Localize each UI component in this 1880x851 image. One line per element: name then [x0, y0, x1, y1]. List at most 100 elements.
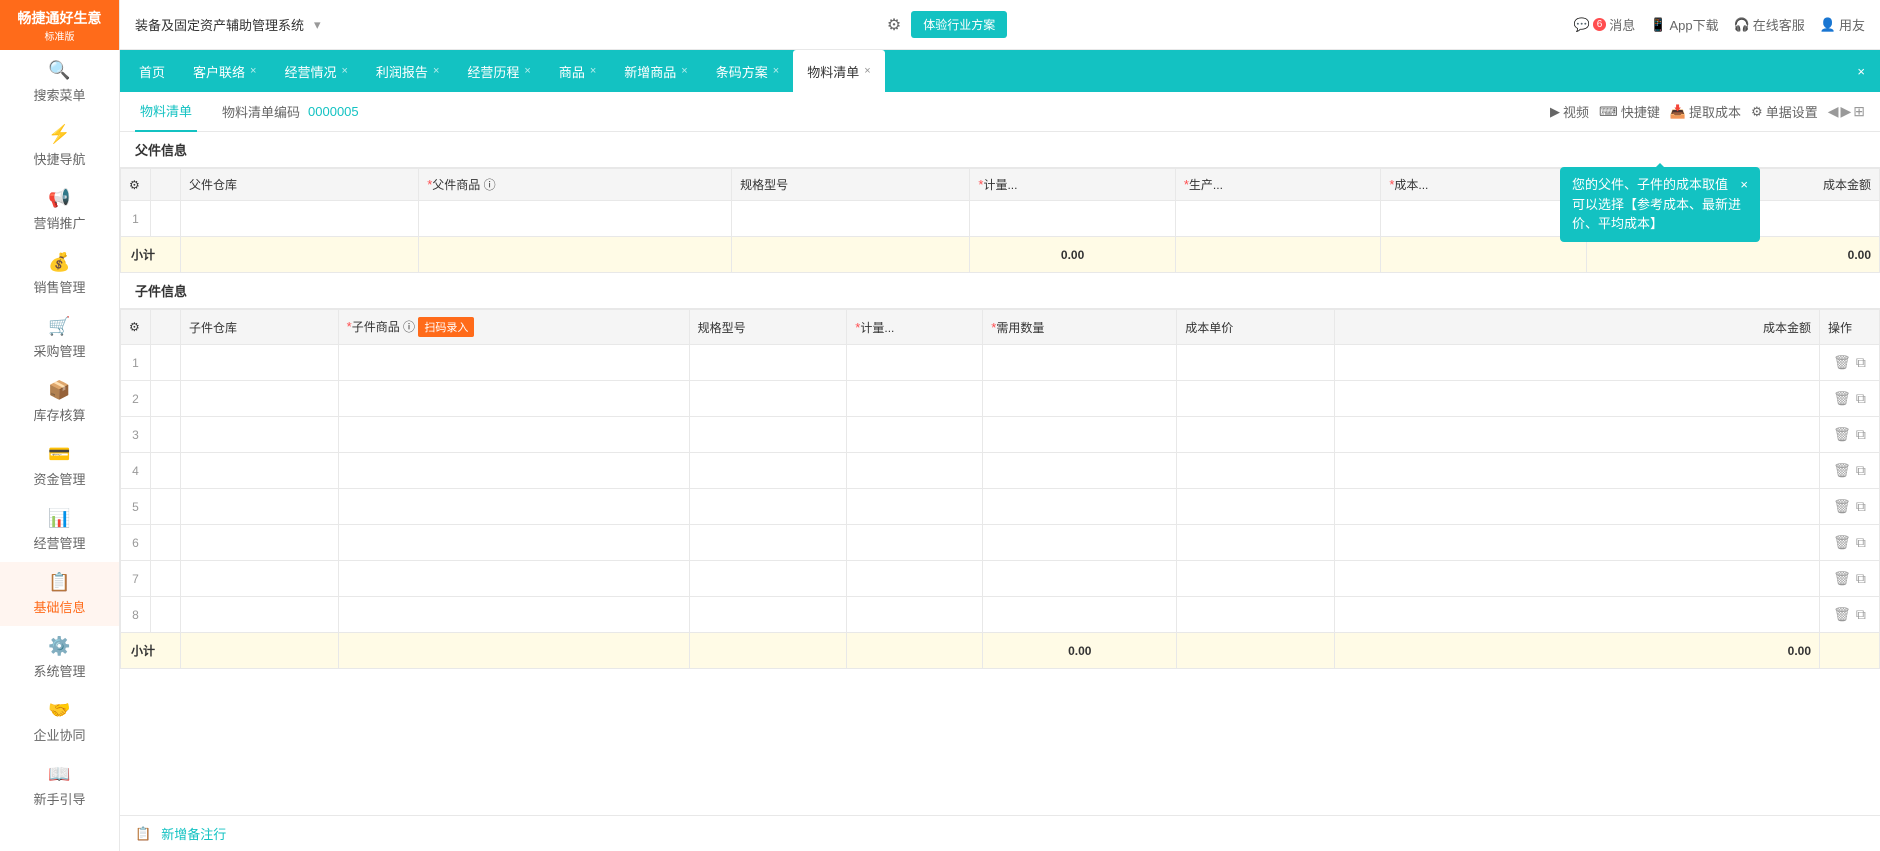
delete-icon-8[interactable]: 🗑 [1833, 606, 1851, 623]
tab-profit-close[interactable]: × [433, 65, 439, 77]
sidebar-item-operations[interactable]: 📊 经营管理 [0, 498, 119, 562]
add-note-label[interactable]: 新增备注行 [161, 824, 226, 843]
copy-icon-2[interactable]: ⧉ [1856, 390, 1866, 407]
tab-history-close[interactable]: × [524, 65, 530, 77]
parent-row-cost[interactable] [1381, 201, 1586, 237]
parent-row-warehouse[interactable] [181, 201, 419, 237]
tab-home[interactable]: 首页 [125, 50, 179, 92]
child-row-goods-3[interactable] [338, 417, 689, 453]
child-row-quantity-8[interactable] [983, 597, 1177, 633]
child-row-spec-2[interactable] [689, 381, 847, 417]
trial-button[interactable]: 体验行业方案 [911, 11, 1007, 38]
child-row-spec-1[interactable] [689, 345, 847, 381]
delete-icon-4[interactable]: 🗑 [1833, 462, 1851, 479]
parent-row-spec[interactable] [732, 201, 970, 237]
child-row-unitcost-1[interactable] [1177, 345, 1335, 381]
child-row-goods-5[interactable] [338, 489, 689, 525]
child-row-quantity-1[interactable] [983, 345, 1177, 381]
sidebar-item-marketing[interactable]: 📢 营销推广 [0, 178, 119, 242]
message-item[interactable]: 💬 6 消息 [1574, 15, 1636, 34]
sidebar-item-enterprise[interactable]: 🤝 企业协同 [0, 690, 119, 754]
shortcut-button[interactable]: ⌨ 快捷键 [1599, 102, 1660, 121]
child-row-spec-6[interactable] [689, 525, 847, 561]
dropdown-arrow[interactable]: ▾ [314, 17, 321, 33]
child-row-goods-2[interactable] [338, 381, 689, 417]
child-row-unitcost-5[interactable] [1177, 489, 1335, 525]
tab-customer[interactable]: 客户联络 × [179, 50, 270, 92]
scan-button[interactable]: 扫码录入 [418, 317, 474, 337]
child-row-unitcost-3[interactable] [1177, 417, 1335, 453]
sidebar-item-guide[interactable]: 📖 新手引导 [0, 754, 119, 818]
copy-icon-5[interactable]: ⧉ [1856, 498, 1866, 515]
child-row-unitcost-8[interactable] [1177, 597, 1335, 633]
child-row-warehouse-5[interactable] [181, 489, 339, 525]
sidebar-item-quicknav[interactable]: ⚡ 快捷导航 [0, 114, 119, 178]
child-row-unit-3[interactable] [847, 417, 983, 453]
settings-icon[interactable]: ⚙ [887, 15, 901, 35]
app-download-item[interactable]: 📱 App下载 [1650, 15, 1718, 34]
sidebar-item-basics[interactable]: 📋 基础信息 [0, 562, 119, 626]
copy-icon-4[interactable]: ⧉ [1856, 462, 1866, 479]
child-row-goods-7[interactable] [338, 561, 689, 597]
child-row-warehouse-2[interactable] [181, 381, 339, 417]
delete-icon-7[interactable]: 🗑 [1833, 570, 1851, 587]
online-service-item[interactable]: 🎧 在线客服 [1734, 15, 1805, 34]
child-row-spec-3[interactable] [689, 417, 847, 453]
copy-icon-1[interactable]: ⧉ [1856, 354, 1866, 371]
tab-history[interactable]: 经营历程 × [453, 50, 544, 92]
tab-goods[interactable]: 商品 × [545, 50, 610, 92]
tab-profit[interactable]: 利润报告 × [362, 50, 453, 92]
tab-operations[interactable]: 经营情况 × [270, 50, 361, 92]
parent-row-goods[interactable] [419, 201, 732, 237]
child-row-spec-7[interactable] [689, 561, 847, 597]
child-col-gear[interactable]: ⚙ [121, 310, 151, 345]
child-row-unit-4[interactable] [847, 453, 983, 489]
sidebar-item-inventory[interactable]: 📦 库存核算 [0, 370, 119, 434]
prev-arrow[interactable]: ◀ [1828, 103, 1839, 120]
copy-icon-3[interactable]: ⧉ [1856, 426, 1866, 443]
delete-icon-1[interactable]: 🗑 [1833, 354, 1851, 371]
sidebar-item-search[interactable]: 🔍 搜索菜单 [0, 50, 119, 114]
next-arrow[interactable]: ▶ [1840, 103, 1851, 120]
child-row-quantity-7[interactable] [983, 561, 1177, 597]
child-row-quantity-6[interactable] [983, 525, 1177, 561]
child-row-unit-1[interactable] [847, 345, 983, 381]
grid-icon[interactable]: ⊞ [1853, 103, 1865, 120]
child-row-unit-2[interactable] [847, 381, 983, 417]
copy-icon-7[interactable]: ⧉ [1856, 570, 1866, 587]
child-row-spec-8[interactable] [689, 597, 847, 633]
sub-tab-bom-list[interactable]: 物料清单 [135, 92, 197, 132]
child-row-unitcost-6[interactable] [1177, 525, 1335, 561]
tab-barcode-close[interactable]: × [773, 65, 779, 77]
child-row-quantity-3[interactable] [983, 417, 1177, 453]
tooltip-close-button[interactable]: × [1740, 175, 1748, 195]
child-row-warehouse-4[interactable] [181, 453, 339, 489]
child-row-warehouse-6[interactable] [181, 525, 339, 561]
child-row-unitcost-7[interactable] [1177, 561, 1335, 597]
child-row-unit-8[interactable] [847, 597, 983, 633]
delete-icon-5[interactable]: 🗑 [1833, 498, 1851, 515]
sidebar-item-purchase[interactable]: 🛒 采购管理 [0, 306, 119, 370]
tab-goods-close[interactable]: × [590, 65, 596, 77]
delete-icon-2[interactable]: 🗑 [1833, 390, 1851, 407]
parent-row-unit[interactable] [970, 201, 1175, 237]
tab-bom[interactable]: 物料清单 × [793, 50, 884, 92]
delete-icon-3[interactable]: 🗑 [1833, 426, 1851, 443]
sub-tab-bom-code[interactable]: 物料清单编码 0000005 [217, 92, 364, 132]
child-row-unit-7[interactable] [847, 561, 983, 597]
child-row-unit-5[interactable] [847, 489, 983, 525]
tab-barcode[interactable]: 条码方案 × [702, 50, 793, 92]
sidebar-item-system[interactable]: ⚙️ 系统管理 [0, 626, 119, 690]
sidebar-item-finance[interactable]: 💳 资金管理 [0, 434, 119, 498]
tab-new-goods-close[interactable]: × [681, 65, 687, 77]
copy-icon-6[interactable]: ⧉ [1856, 534, 1866, 551]
user-item[interactable]: 👤 用友 [1820, 15, 1865, 34]
close-all-tabs[interactable]: × [1847, 64, 1875, 79]
child-row-warehouse-8[interactable] [181, 597, 339, 633]
child-row-quantity-4[interactable] [983, 453, 1177, 489]
delete-icon-6[interactable]: 🗑 [1833, 534, 1851, 551]
tab-bom-close[interactable]: × [864, 65, 870, 77]
parent-col-gear[interactable]: ⚙ [121, 169, 151, 201]
sidebar-item-sales[interactable]: 💰 销售管理 [0, 242, 119, 306]
single-settings-button[interactable]: ⚙ 单据设置 [1751, 102, 1818, 121]
